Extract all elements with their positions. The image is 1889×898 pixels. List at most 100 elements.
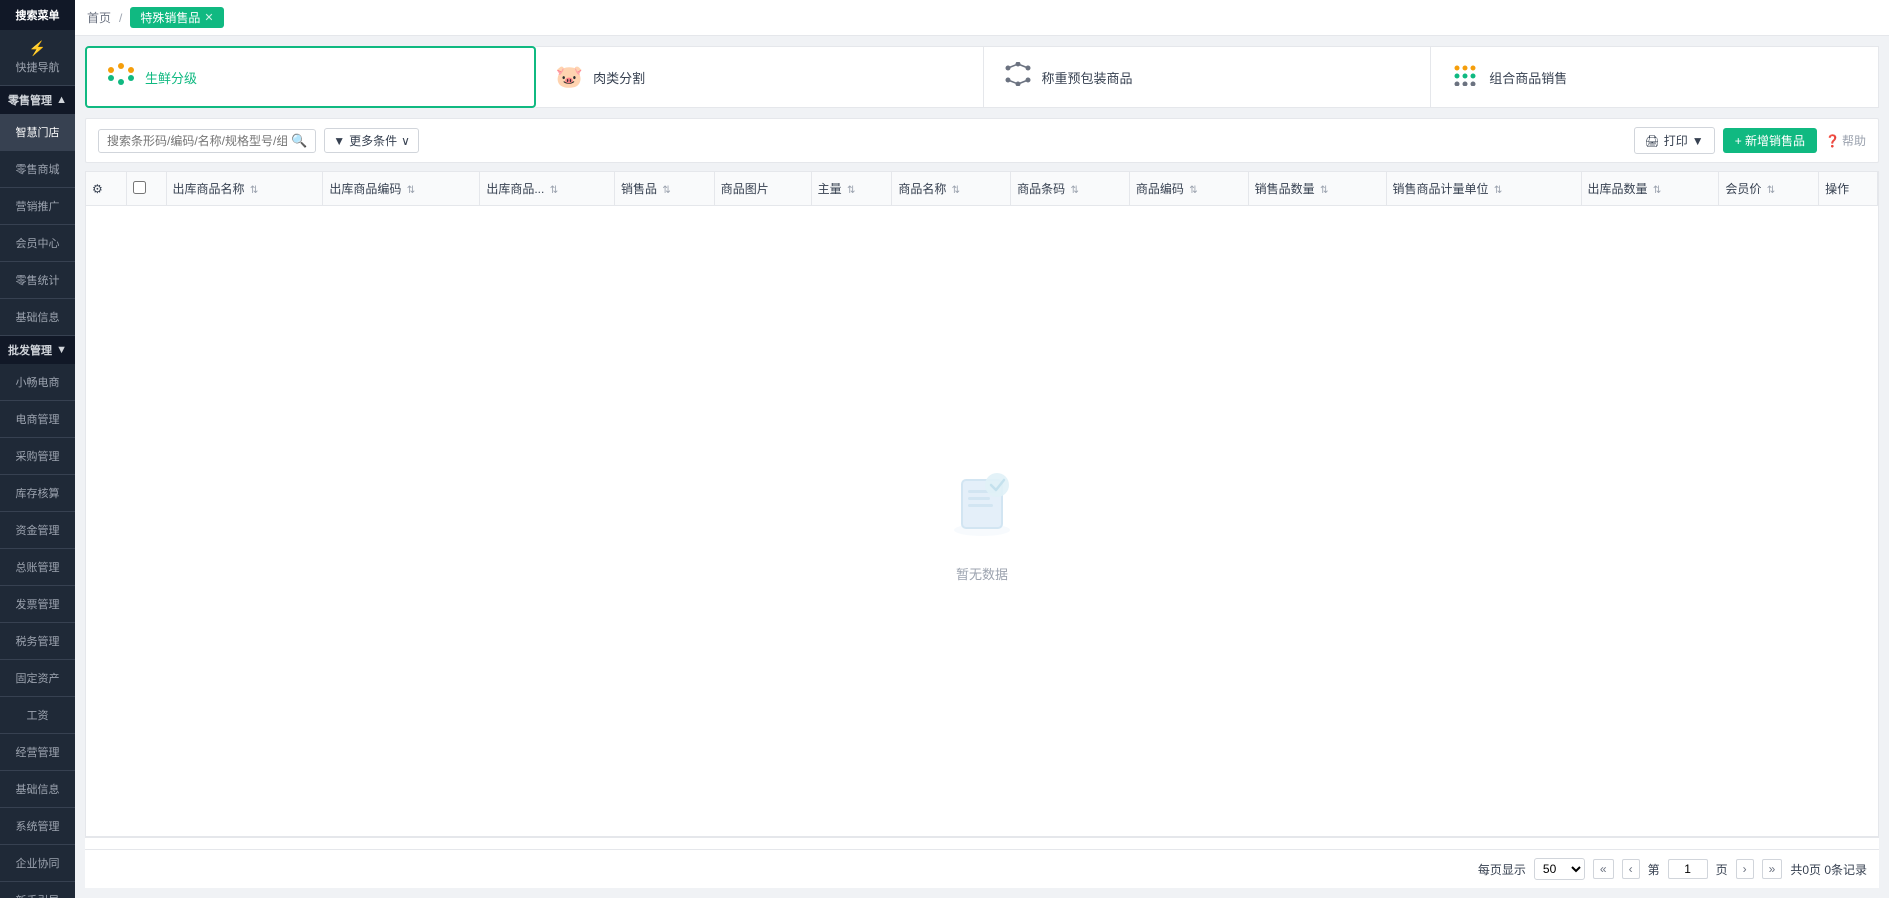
- sidebar-label: 经营管理: [4, 744, 71, 760]
- sidebar-item-mini-ecommerce[interactable]: 小畅电商: [0, 364, 75, 401]
- th-out-code[interactable]: 出库商品编码 ⇅: [323, 172, 480, 206]
- sidebar-item-ecommerce-mgmt[interactable]: 电商管理: [0, 401, 75, 438]
- print-button[interactable]: 🖨 打印 ▼: [1634, 127, 1715, 154]
- th-main-weight[interactable]: 主量 ⇅: [811, 172, 892, 206]
- sidebar-item-finance-mgmt[interactable]: 资金管理: [0, 512, 75, 549]
- search-icon[interactable]: 🔍: [291, 133, 307, 149]
- sidebar-section-wholesale[interactable]: 批发管理 ▼: [0, 336, 75, 364]
- page-number-input[interactable]: [1668, 859, 1708, 879]
- sidebar-item-tax-mgmt[interactable]: 税务管理: [0, 623, 75, 660]
- sidebar-item-purchase-mgmt[interactable]: 采购管理: [0, 438, 75, 475]
- sidebar-label: 总账管理: [4, 559, 71, 575]
- th-sale-qty[interactable]: 销售品数量 ⇅: [1248, 172, 1386, 206]
- sidebar-item-system-mgmt[interactable]: 系统管理: [0, 808, 75, 845]
- help-button[interactable]: ❓ 帮助: [1825, 132, 1866, 149]
- sidebar-label: 固定资产: [4, 670, 71, 686]
- table-container: ⚙ 出库商品名称 ⇅ 出库商品编码 ⇅: [85, 171, 1879, 837]
- th-checkbox[interactable]: [126, 172, 166, 206]
- sort-icon: ⇅: [952, 185, 960, 196]
- col-goods-name-label: 商品名称: [898, 182, 946, 196]
- breadcrumb-current[interactable]: 特殊销售品 ✕: [130, 7, 223, 28]
- sidebar-item-invoice-mgmt[interactable]: 发票管理: [0, 586, 75, 623]
- sidebar-label: 零售统计: [4, 272, 71, 288]
- empty-state-icon: [942, 460, 1022, 556]
- tab-combo-sale[interactable]: 组合商品销售: [1431, 46, 1879, 108]
- next-page-button[interactable]: ›: [1736, 859, 1754, 879]
- h-scrollbar-area[interactable]: [85, 837, 1879, 849]
- tab-weight-pkg[interactable]: 称重预包装商品: [984, 46, 1432, 108]
- last-page-button[interactable]: »: [1762, 859, 1783, 879]
- help-label: 帮助: [1842, 132, 1866, 149]
- sidebar-item-quick-nav[interactable]: ⚡ 快捷导航: [0, 30, 75, 86]
- sidebar-section-retail[interactable]: 零售管理 ▲: [0, 86, 75, 114]
- tab-meat-cut[interactable]: 🐷 肉类分割: [536, 46, 984, 108]
- search-box[interactable]: 🔍: [98, 129, 316, 153]
- content-area: 生鲜分级 🐷 肉类分割: [75, 36, 1889, 898]
- top-bar: 首页 / 特殊销售品 ✕: [75, 0, 1889, 36]
- empty-state-text: 暂无数据: [956, 564, 1008, 583]
- sidebar-item-enterprise-coop[interactable]: 企业协同: [0, 845, 75, 882]
- print-icon: 🖨: [1645, 134, 1660, 148]
- sidebar-item-smart-store[interactable]: 智慧门店: [0, 114, 75, 151]
- th-member-price[interactable]: 会员价 ⇅: [1719, 172, 1819, 206]
- sidebar-item-member-center[interactable]: 会员中心: [0, 225, 75, 262]
- th-sale-item[interactable]: 销售品 ⇅: [615, 172, 715, 206]
- th-goods-code[interactable]: 商品编码 ⇅: [1129, 172, 1248, 206]
- sidebar-label: 企业协同: [4, 855, 71, 871]
- sidebar-label: 智慧门店: [4, 124, 71, 140]
- sidebar-item-basic-info[interactable]: 基础信息: [0, 299, 75, 336]
- per-page-label: 每页显示: [1478, 861, 1526, 878]
- col-main-weight-label: 主量: [818, 182, 842, 196]
- th-goods-name[interactable]: 商品名称 ⇅: [892, 172, 1011, 206]
- sidebar-item-operation-mgmt[interactable]: 经营管理: [0, 734, 75, 771]
- th-out-name[interactable]: 出库商品名称 ⇅: [166, 172, 323, 206]
- col-barcode-label: 商品条码: [1017, 182, 1065, 196]
- tab-fresh-grade[interactable]: 生鲜分级: [85, 46, 536, 108]
- sidebar-item-ledger-mgmt[interactable]: 总账管理: [0, 549, 75, 586]
- sidebar-item-fixed-assets[interactable]: 固定资产: [0, 660, 75, 697]
- tab-cards: 生鲜分级 🐷 肉类分割: [85, 46, 1879, 108]
- meat-cut-label: 肉类分割: [593, 68, 645, 87]
- first-page-button[interactable]: «: [1593, 859, 1614, 879]
- th-sale-unit[interactable]: 销售商品计量单位 ⇅: [1386, 172, 1581, 206]
- col-member-price-label: 会员价: [1725, 182, 1761, 196]
- sidebar-item-basic-info2[interactable]: 基础信息: [0, 771, 75, 808]
- filter-label: 更多条件: [349, 132, 397, 149]
- breadcrumb-close-icon[interactable]: ✕: [204, 11, 213, 24]
- fresh-grade-icon: [107, 62, 135, 92]
- th-barcode[interactable]: 商品条码 ⇅: [1011, 172, 1130, 206]
- search-input[interactable]: [107, 134, 287, 148]
- prev-page-button[interactable]: ‹: [1622, 859, 1640, 879]
- new-sale-button[interactable]: + 新增销售品: [1723, 128, 1817, 153]
- filter-button[interactable]: ▼ 更多条件 ∨: [324, 128, 419, 153]
- sort-icon: ⇅: [662, 185, 670, 196]
- sidebar-logo: 搜索菜单: [0, 0, 75, 30]
- page-unit: 页: [1716, 861, 1728, 878]
- sidebar-label: 营销推广: [4, 198, 71, 214]
- col-goods-code-label: 商品编码: [1136, 182, 1184, 196]
- th-img[interactable]: 商品图片: [714, 172, 811, 206]
- sidebar-label: 税务管理: [4, 633, 71, 649]
- th-action: 操作: [1819, 172, 1878, 206]
- sidebar-item-inventory[interactable]: 库存核算: [0, 475, 75, 512]
- sidebar-item-retail-mall[interactable]: 零售商城: [0, 151, 75, 188]
- toolbar-left: 🔍 ▼ 更多条件 ∨: [98, 128, 419, 153]
- th-out-qty[interactable]: 出库品数量 ⇅: [1581, 172, 1719, 206]
- sidebar-label: 资金管理: [4, 522, 71, 538]
- sidebar-item-newbie-guide[interactable]: 新手引导: [0, 882, 75, 898]
- per-page-select[interactable]: 10 20 50 100: [1534, 858, 1585, 880]
- col-img-label: 商品图片: [721, 182, 769, 196]
- th-out-spec[interactable]: 出库商品... ⇅: [480, 172, 615, 206]
- sort-icon: ⇅: [1320, 185, 1328, 196]
- sidebar-item-payroll[interactable]: 工资: [0, 697, 75, 734]
- sort-icon: ⇅: [407, 185, 415, 196]
- th-settings[interactable]: ⚙: [86, 172, 126, 206]
- select-all-checkbox[interactable]: [133, 181, 146, 194]
- retail-expand-icon: ▲: [56, 94, 67, 106]
- meat-cut-icon: 🐷: [556, 64, 583, 90]
- sidebar-item-marketing[interactable]: 营销推广: [0, 188, 75, 225]
- col-out-spec-label: 出库商品...: [486, 182, 544, 196]
- toolbar: 🔍 ▼ 更多条件 ∨ 🖨 打印 ▼ + 新增销售品 ❓: [85, 118, 1879, 163]
- sidebar-item-retail-stats[interactable]: 零售统计: [0, 262, 75, 299]
- breadcrumb-home[interactable]: 首页: [87, 9, 111, 26]
